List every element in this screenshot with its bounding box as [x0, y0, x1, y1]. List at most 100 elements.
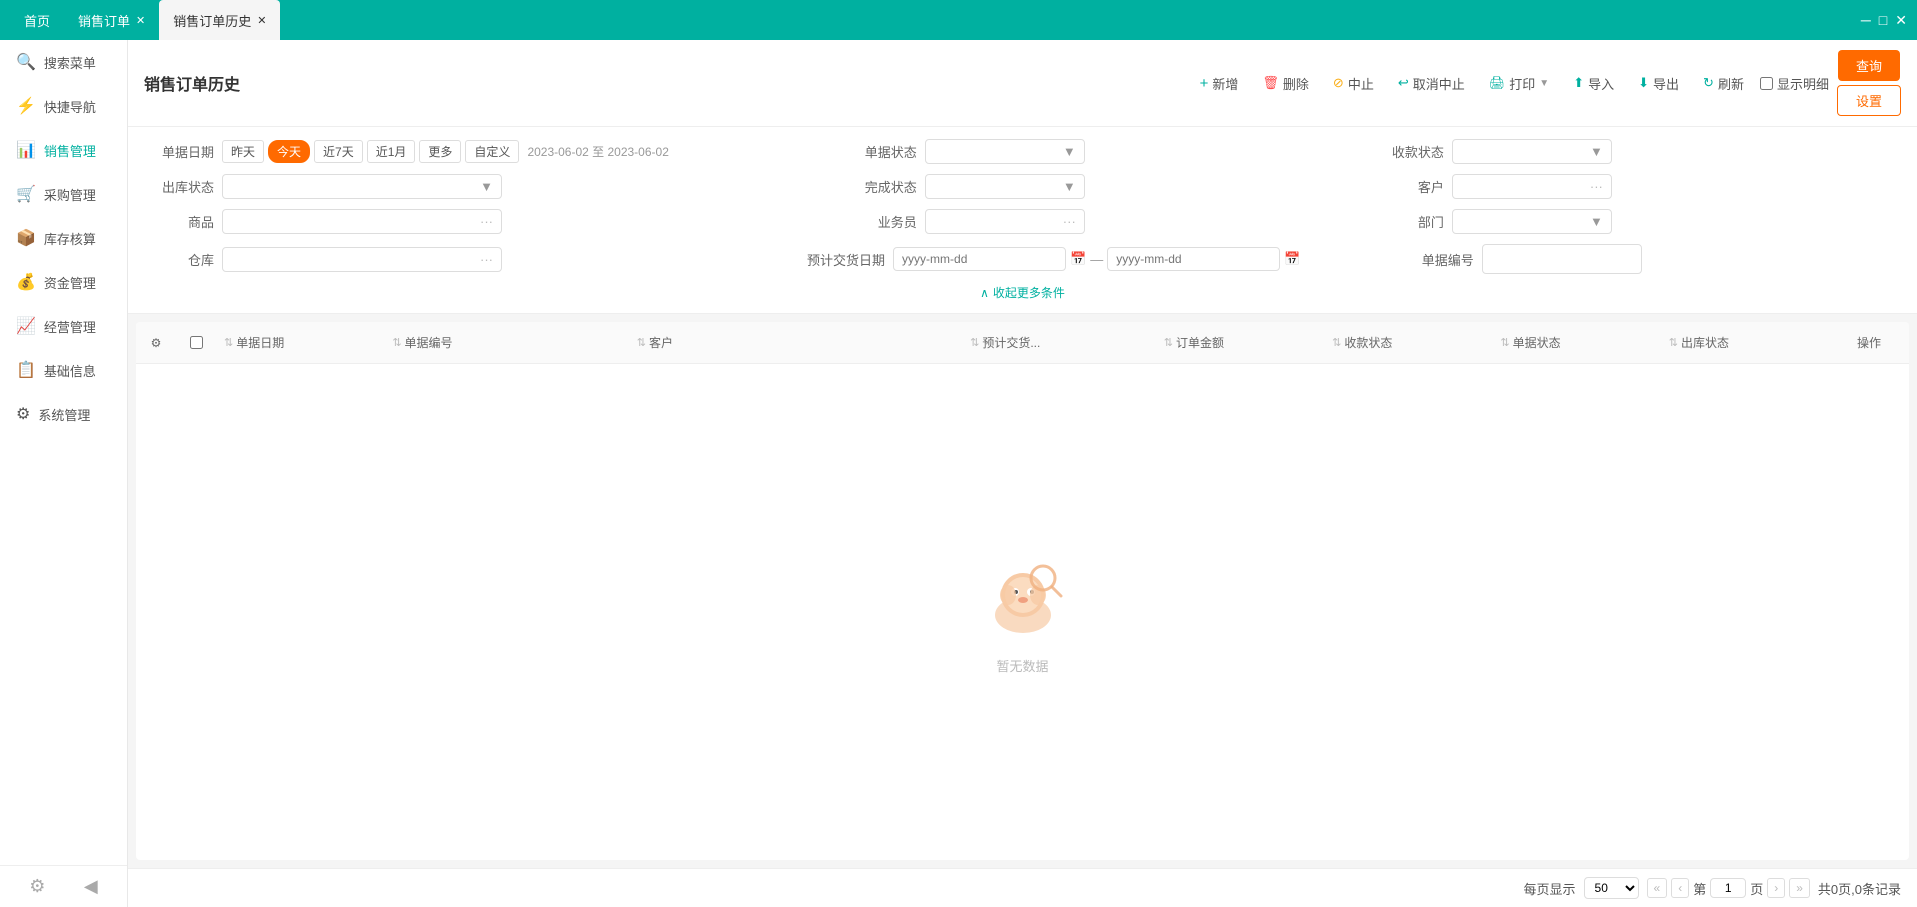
show-detail-checkbox-label[interactable]: 显示明细: [1760, 74, 1829, 93]
last-page-button[interactable]: »: [1789, 878, 1810, 898]
doc-no-input[interactable]: [1482, 244, 1642, 274]
stop-button[interactable]: ⊘ 中止: [1325, 70, 1382, 97]
col-action-label: 操作: [1857, 334, 1881, 351]
export-label: 导出: [1653, 74, 1679, 93]
sidebar-item-capital-mgmt[interactable]: 💰 资金管理: [0, 260, 127, 304]
salesman-dots: ···: [1063, 214, 1076, 229]
date-btn-custom[interactable]: 自定义: [465, 140, 519, 163]
date-btn-1month[interactable]: 近1月: [367, 140, 416, 163]
calendar-end-icon[interactable]: 📅: [1284, 251, 1300, 267]
col-delivery-sort-icon[interactable]: ⇅: [970, 336, 979, 349]
out-status-select[interactable]: ▼: [222, 174, 502, 199]
sidebar-item-sys-mgmt[interactable]: ⚙ 系统管理: [0, 392, 127, 436]
table-footer: 每页显示 50 10 20 100 « ‹ 第 页 › » 共0页,0条记录: [128, 868, 1917, 907]
empty-text: 暂无数据: [996, 656, 1048, 675]
salesman-input[interactable]: ···: [925, 209, 1085, 234]
col-customer: ⇅ 客户: [629, 334, 962, 351]
col-check[interactable]: [176, 336, 216, 349]
date-btn-yesterday[interactable]: 昨天: [222, 140, 264, 163]
print-arrow-icon: ▼: [1539, 78, 1549, 89]
col-delivery: ⇅ 预计交货...: [962, 334, 1156, 351]
refresh-label: 刷新: [1718, 74, 1744, 93]
sidebar-item-sales-mgmt[interactable]: 📊 销售管理: [0, 128, 127, 172]
prev-page-button[interactable]: ‹: [1671, 878, 1689, 898]
col-no-label: 单据编号: [405, 334, 453, 351]
next-page-button[interactable]: ›: [1767, 878, 1785, 898]
col-doc-label: 单据状态: [1513, 334, 1561, 351]
collapse-button[interactable]: ∧ 收起更多条件: [980, 284, 1065, 301]
date-btn-more[interactable]: 更多: [419, 140, 461, 163]
col-out-sort-icon[interactable]: ⇅: [1669, 336, 1678, 349]
col-no-sort-icon[interactable]: ⇅: [392, 336, 401, 349]
col-date-label: 单据日期: [236, 334, 284, 351]
pay-status-select[interactable]: ▼: [1452, 139, 1612, 164]
first-page-button[interactable]: «: [1647, 878, 1668, 898]
col-amount: ⇅ 订单金额: [1156, 334, 1324, 351]
sidebar-item-search-menu[interactable]: 🔍 搜索菜单: [0, 40, 127, 84]
stop-label: 中止: [1348, 74, 1374, 93]
date-btn-7days[interactable]: 近7天: [314, 140, 363, 163]
current-page-input[interactable]: [1710, 878, 1746, 898]
calendar-start-icon[interactable]: 📅: [1070, 251, 1086, 267]
sidebar-label-sys-mgmt: 系统管理: [38, 405, 90, 424]
show-detail-checkbox[interactable]: [1760, 77, 1773, 90]
date-buttons: 昨天 今天 近7天 近1月 更多 自定义: [222, 140, 519, 163]
sidebar-item-quick-nav[interactable]: ⚡ 快捷导航: [0, 84, 127, 128]
col-customer-sort-icon[interactable]: ⇅: [637, 336, 646, 349]
dept-select[interactable]: ▼: [1452, 209, 1612, 234]
col-doc-sort-icon[interactable]: ⇅: [1500, 336, 1509, 349]
query-button[interactable]: 查询: [1838, 50, 1900, 81]
expected-date-start[interactable]: [893, 247, 1066, 271]
pagination-nav: « ‹ 第 页 › »: [1647, 878, 1810, 898]
capital-mgmt-icon: 💰: [16, 272, 36, 292]
pay-status-label: 收款状态: [1374, 142, 1444, 161]
sidebar-label-quick-nav: 快捷导航: [44, 97, 96, 116]
page-suffix: 页: [1750, 879, 1763, 898]
window-close-icon[interactable]: ✕: [1895, 12, 1907, 29]
expected-date-end[interactable]: [1107, 247, 1280, 271]
sidebar-item-inventory-check[interactable]: 📦 库存核算: [0, 216, 127, 260]
setting-button[interactable]: 设置: [1837, 85, 1901, 116]
tab-home[interactable]: 首页: [10, 0, 64, 40]
sidebar-settings-icon[interactable]: ⚙: [29, 876, 45, 897]
export-button[interactable]: ⬇ 导出: [1630, 70, 1687, 97]
refresh-button[interactable]: ↻ 刷新: [1695, 70, 1752, 97]
col-date-sort-icon[interactable]: ⇅: [224, 336, 233, 349]
sidebar-item-purchase-mgmt[interactable]: 🛒 采购管理: [0, 172, 127, 216]
tab-sales-history[interactable]: 销售订单历史 ✕: [159, 0, 280, 40]
sidebar-item-ops-mgmt[interactable]: 📈 经营管理: [0, 304, 127, 348]
col-doc-status: ⇅ 单据状态: [1492, 334, 1660, 351]
col-amount-sort-icon[interactable]: ⇅: [1164, 336, 1173, 349]
collapse-label: 收起更多条件: [993, 284, 1065, 301]
cancel-stop-button[interactable]: ↩ 取消中止: [1390, 70, 1473, 97]
tab-sales-order-close[interactable]: ✕: [136, 14, 145, 27]
sidebar-label-sales-mgmt: 销售管理: [44, 141, 96, 160]
top-bar: 首页 销售订单 ✕ 销售订单历史 ✕ ─ □ ✕: [0, 0, 1917, 40]
select-all-checkbox[interactable]: [190, 336, 203, 349]
complete-status-select[interactable]: ▼: [925, 174, 1085, 199]
minimize-icon[interactable]: ─: [1861, 12, 1871, 28]
delete-button[interactable]: 🗑 删除: [1254, 70, 1317, 97]
import-button[interactable]: ⬆ 导入: [1565, 70, 1622, 97]
sidebar-item-base-info[interactable]: 📋 基础信息: [0, 348, 127, 392]
tab-sales-history-close[interactable]: ✕: [257, 14, 266, 27]
col-amount-label: 订单金额: [1176, 334, 1224, 351]
warehouse-input[interactable]: ···: [222, 247, 502, 272]
print-button[interactable]: 🖨 打印 ▼: [1481, 70, 1557, 97]
new-button[interactable]: + 新增: [1192, 70, 1247, 97]
col-settings[interactable]: ⚙: [136, 336, 176, 350]
main-layout: 🔍 搜索菜单 ⚡ 快捷导航 📊 销售管理 🛒 采购管理 📦 库存核算 💰 资金管…: [0, 40, 1917, 907]
goods-input[interactable]: ···: [222, 209, 502, 234]
filter-row-4: 仓库 ··· 预计交货日期 📅 — 📅 单据编号: [144, 244, 1901, 274]
date-btn-today[interactable]: 今天: [268, 140, 310, 163]
col-pay-sort-icon[interactable]: ⇅: [1332, 336, 1341, 349]
tab-sales-order[interactable]: 销售订单 ✕: [64, 0, 159, 40]
goods-label: 商品: [144, 212, 214, 231]
doc-status-select[interactable]: ▼: [925, 139, 1085, 164]
dept-arrow-icon: ▼: [1590, 214, 1603, 229]
sidebar-collapse-icon[interactable]: ◀: [84, 876, 98, 897]
maximize-icon[interactable]: □: [1879, 12, 1887, 28]
settings-gear-icon: ⚙: [151, 336, 162, 350]
customer-input[interactable]: ···: [1452, 174, 1612, 199]
page-size-select[interactable]: 50 10 20 100: [1584, 877, 1639, 899]
